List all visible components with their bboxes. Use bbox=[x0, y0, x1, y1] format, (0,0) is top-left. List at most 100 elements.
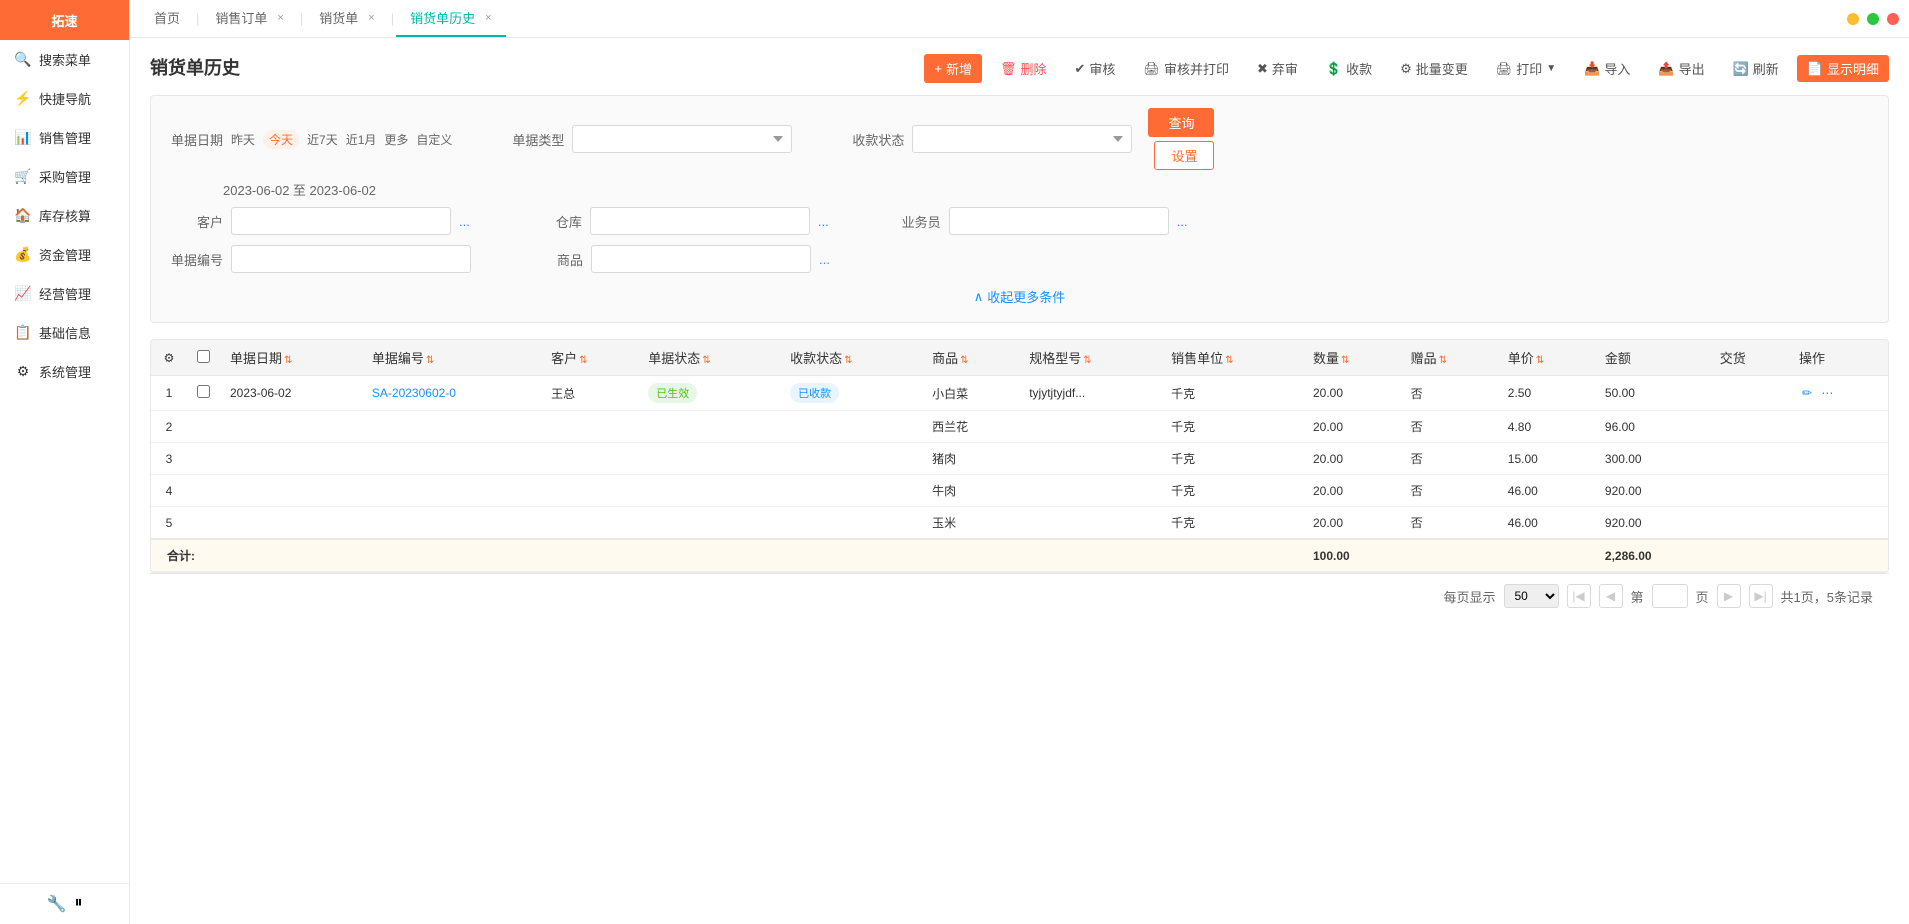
window-minimize[interactable] bbox=[1847, 13, 1859, 25]
stock-calc-icon: 🏠 bbox=[15, 208, 31, 224]
cell-checkbox-1[interactable] bbox=[187, 376, 220, 411]
col-doc-no[interactable]: 单据编号⇅ bbox=[362, 340, 541, 376]
tab-close-delivery-history[interactable]: × bbox=[485, 12, 491, 24]
cell-doc-no-2 bbox=[362, 411, 541, 443]
batch-change-button[interactable]: ⚙ 批量变更 bbox=[1390, 54, 1478, 83]
col-qty[interactable]: 数量⇅ bbox=[1303, 340, 1401, 376]
page-number-input[interactable]: 1 bbox=[1652, 584, 1688, 608]
cell-amount-4: 920.00 bbox=[1595, 475, 1710, 507]
last-page-button[interactable]: ▶| bbox=[1749, 584, 1773, 608]
sys-mgmt-icon: ⚙ bbox=[15, 364, 31, 380]
collapse-button[interactable]: ∧ 收起更多条件 bbox=[167, 283, 1872, 310]
doc-type-select[interactable] bbox=[572, 125, 792, 153]
col-product[interactable]: 商品⇅ bbox=[922, 340, 1019, 376]
window-close[interactable] bbox=[1887, 13, 1899, 25]
col-unit-price[interactable]: 单价⇅ bbox=[1498, 340, 1595, 376]
docno-input[interactable] bbox=[231, 245, 471, 273]
sidebar-item-basic-info[interactable]: 📋 基础信息 bbox=[0, 313, 129, 352]
first-page-button[interactable]: |◀ bbox=[1567, 584, 1591, 608]
tab-close-delivery[interactable]: × bbox=[368, 12, 374, 24]
query-button[interactable]: 查询 bbox=[1148, 108, 1214, 137]
col-unit[interactable]: 销售单位⇅ bbox=[1161, 340, 1303, 376]
cell-checkbox-4[interactable] bbox=[187, 475, 220, 507]
salesperson-ellipsis[interactable]: ... bbox=[1177, 214, 1188, 229]
print-button[interactable]: 🖨 打印 ▼ bbox=[1486, 54, 1566, 83]
sidebar-item-sales-mgmt[interactable]: 📊 销售管理 bbox=[0, 118, 129, 157]
cell-checkbox-5[interactable] bbox=[187, 507, 220, 540]
cell-checkbox-2[interactable] bbox=[187, 411, 220, 443]
customer-input[interactable] bbox=[231, 207, 451, 235]
cell-product-1: 小白菜 bbox=[922, 376, 1019, 411]
shortcut-custom[interactable]: 自定义 bbox=[416, 131, 452, 148]
cell-checkbox-3[interactable] bbox=[187, 443, 220, 475]
audit-print-button[interactable]: 🖨 审核并打印 bbox=[1133, 54, 1239, 83]
shortcut-yesterday[interactable]: 昨天 bbox=[231, 131, 255, 148]
tab-close-sales-order[interactable]: × bbox=[277, 12, 283, 24]
sidebar-item-purchase-mgmt[interactable]: 🛒 采购管理 bbox=[0, 157, 129, 196]
select-all-checkbox[interactable] bbox=[197, 350, 210, 363]
cell-row-no-1: 1 bbox=[151, 376, 187, 411]
cell-amount-5: 920.00 bbox=[1595, 507, 1710, 540]
cell-doc-date-1: 2023-06-02 bbox=[220, 376, 362, 411]
sidebar-bottom-icon-2[interactable]: ⏸ bbox=[74, 894, 82, 914]
refresh-button[interactable]: 🔄 刷新 bbox=[1723, 54, 1789, 83]
summary-transaction bbox=[1710, 539, 1789, 572]
product-input[interactable] bbox=[591, 245, 811, 273]
tab-delivery[interactable]: 销货单 × bbox=[305, 0, 388, 37]
add-button[interactable]: + 新增 bbox=[924, 54, 982, 83]
import-button[interactable]: 📥 导入 bbox=[1574, 54, 1640, 83]
col-customer[interactable]: 客户⇅ bbox=[541, 340, 638, 376]
next-page-button[interactable]: ▶ bbox=[1717, 584, 1741, 608]
tab-sales-order[interactable]: 销售订单 × bbox=[201, 0, 297, 37]
payment-status-badge-1: 已收款 bbox=[790, 383, 839, 403]
col-doc-status[interactable]: 单据状态⇅ bbox=[638, 340, 780, 376]
sidebar-item-sys-mgmt[interactable]: ⚙ 系统管理 bbox=[0, 352, 129, 391]
page-size-select[interactable]: 20 50 100 bbox=[1504, 584, 1559, 608]
delete-button[interactable]: 🗑 删除 bbox=[990, 54, 1057, 83]
window-maximize[interactable] bbox=[1867, 13, 1879, 25]
col-doc-date[interactable]: 单据日期⇅ bbox=[220, 340, 362, 376]
row-checkbox-1[interactable] bbox=[197, 385, 210, 398]
cell-doc-date-5 bbox=[220, 507, 362, 540]
show-detail-button[interactable]: 📄 显示明细 bbox=[1797, 55, 1889, 82]
cell-transaction-5 bbox=[1710, 507, 1789, 540]
col-spec[interactable]: 规格型号⇅ bbox=[1019, 340, 1161, 376]
sort-icon-unit: ⇅ bbox=[1225, 355, 1233, 366]
collect-button[interactable]: 💲 收款 bbox=[1316, 54, 1382, 83]
edit-link-1[interactable]: ✏ bbox=[1802, 386, 1812, 400]
shortcut-last7days[interactable]: 近7天 bbox=[307, 131, 338, 148]
warehouse-ellipsis[interactable]: ... bbox=[818, 214, 829, 229]
warehouse-input[interactable] bbox=[590, 207, 810, 235]
sidebar-item-ops-mgmt[interactable]: 📈 经营管理 bbox=[0, 274, 129, 313]
sidebar-bottom-icon-1[interactable]: 🔧 bbox=[47, 894, 67, 914]
prev-page-button[interactable]: ◀ bbox=[1599, 584, 1623, 608]
sidebar-item-finance-mgmt[interactable]: 💰 资金管理 bbox=[0, 235, 129, 274]
tab-delivery-history[interactable]: 销货单历史 × bbox=[396, 0, 505, 37]
shortcut-last1month[interactable]: 近1月 bbox=[346, 131, 377, 148]
cell-doc-status-1: 已生效 bbox=[638, 376, 780, 411]
cell-transaction-4 bbox=[1710, 475, 1789, 507]
set-button[interactable]: 设置 bbox=[1154, 141, 1214, 170]
export-button[interactable]: 📤 导出 bbox=[1648, 54, 1714, 83]
col-gift[interactable]: 赠品⇅ bbox=[1401, 340, 1498, 376]
shortcut-more[interactable]: 更多 bbox=[384, 131, 408, 148]
more-link-1[interactable]: ⋯ bbox=[1821, 386, 1833, 400]
cell-action-3 bbox=[1789, 443, 1888, 475]
col-settings[interactable]: ⚙ bbox=[151, 340, 187, 376]
product-ellipsis[interactable]: ... bbox=[819, 252, 830, 267]
page-prefix: 第 bbox=[1631, 587, 1644, 606]
customer-ellipsis[interactable]: ... bbox=[459, 214, 470, 229]
shortcut-today[interactable]: 今天 bbox=[263, 130, 299, 149]
salesperson-input[interactable] bbox=[949, 207, 1169, 235]
payment-status-select[interactable] bbox=[912, 125, 1132, 153]
sidebar-item-stock-calc[interactable]: 🏠 库存核算 bbox=[0, 196, 129, 235]
sidebar-item-quick-nav[interactable]: ⚡ 快捷导航 bbox=[0, 79, 129, 118]
cell-doc-no-1[interactable]: SA-20230602-0 bbox=[362, 376, 541, 411]
show-detail-icon: 📄 bbox=[1807, 61, 1823, 77]
audit-button[interactable]: ✔ 审核 bbox=[1065, 54, 1126, 83]
tab-home[interactable]: 首页 bbox=[140, 0, 194, 37]
sidebar-item-search-menu[interactable]: 🔍 搜索菜单 bbox=[0, 40, 129, 79]
col-payment-status[interactable]: 收款状态⇅ bbox=[780, 340, 922, 376]
abandon-button[interactable]: ✖ 弃审 bbox=[1247, 54, 1308, 83]
cell-customer-3 bbox=[541, 443, 638, 475]
